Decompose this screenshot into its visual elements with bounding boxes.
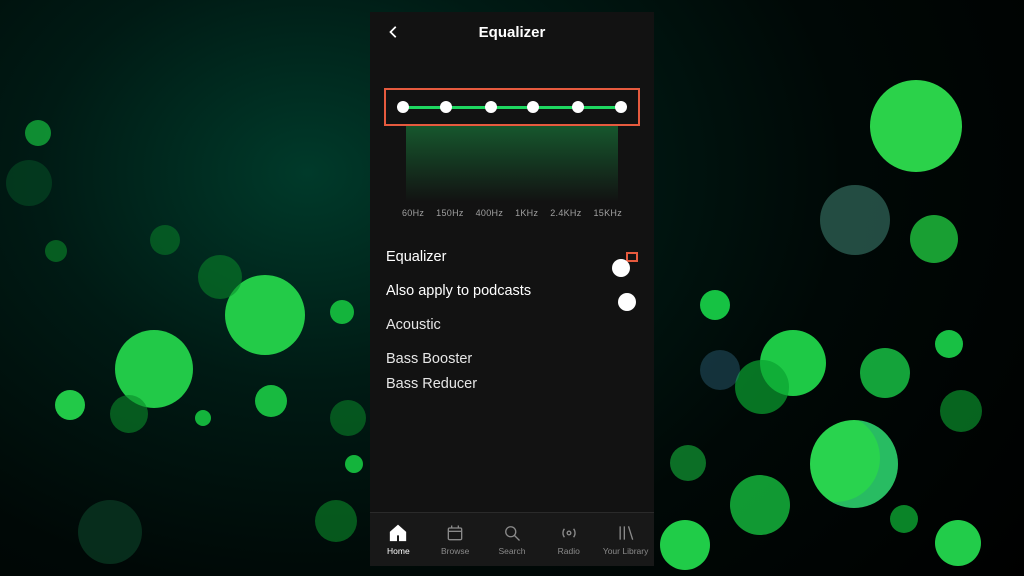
settings-list: Equalizer Also apply to podcasts Acousti… [370,240,654,512]
setting-label: Equalizer [386,249,446,265]
preset-acoustic[interactable]: Acoustic [370,308,654,342]
tab-label: Search [499,546,526,556]
tab-bar: Home Browse Search Radio Your Library [370,512,654,566]
preset-bass-reducer-truncated[interactable]: Bass Reducer [370,376,654,394]
freq-label: 150Hz [436,208,464,218]
home-icon [388,523,408,543]
tab-label: Browse [441,546,469,556]
tab-home[interactable]: Home [370,513,427,566]
back-button[interactable] [384,22,404,42]
equalizer-bands-highlight [384,88,640,126]
frequency-labels: 60Hz 150Hz 400Hz 1KHz 2.4KHz 15KHz [384,202,640,218]
radio-icon [559,523,579,543]
freq-label: 400Hz [476,208,504,218]
equalizer-toggle-highlight [626,252,638,262]
freq-label: 1KHz [515,208,538,218]
eq-band-1khz[interactable] [527,101,539,113]
preset-bass-booster[interactable]: Bass Booster [370,342,654,376]
eq-band-150hz[interactable] [440,101,452,113]
tab-radio[interactable]: Radio [540,513,597,566]
tab-label: Your Library [603,546,649,556]
tab-search[interactable]: Search [484,513,541,566]
tab-browse[interactable]: Browse [427,513,484,566]
tab-library[interactable]: Your Library [597,513,654,566]
library-icon [616,523,636,543]
chevron-left-icon [387,25,401,39]
setting-podcasts-row: Also apply to podcasts [370,274,654,308]
eq-band-400hz[interactable] [485,101,497,113]
preset-label: Bass Reducer [386,376,477,392]
tab-label: Home [387,546,410,556]
setting-equalizer-row: Equalizer [370,240,654,274]
eq-band-2-4khz[interactable] [572,101,584,113]
browse-icon [445,523,465,543]
setting-label: Also apply to podcasts [386,283,531,299]
freq-label: 2.4KHz [550,208,581,218]
eq-band-60hz[interactable] [397,101,409,113]
freq-label: 15KHz [593,208,622,218]
equalizer-track [398,106,626,109]
freq-label: 60Hz [402,208,424,218]
phone-frame: Equalizer 60Hz 150Hz 400Hz 1KHz 2.4KHz 1… [370,12,654,566]
header: Equalizer [370,12,654,52]
equalizer-bands [394,96,630,118]
page-title: Equalizer [370,24,654,41]
equalizer-glow [406,126,618,202]
equalizer-panel: 60Hz 150Hz 400Hz 1KHz 2.4KHz 15KHz [370,88,654,218]
preset-label: Bass Booster [386,351,472,367]
eq-band-15khz[interactable] [615,101,627,113]
tab-label: Radio [558,546,580,556]
search-icon [502,523,522,543]
preset-label: Acoustic [386,317,441,333]
